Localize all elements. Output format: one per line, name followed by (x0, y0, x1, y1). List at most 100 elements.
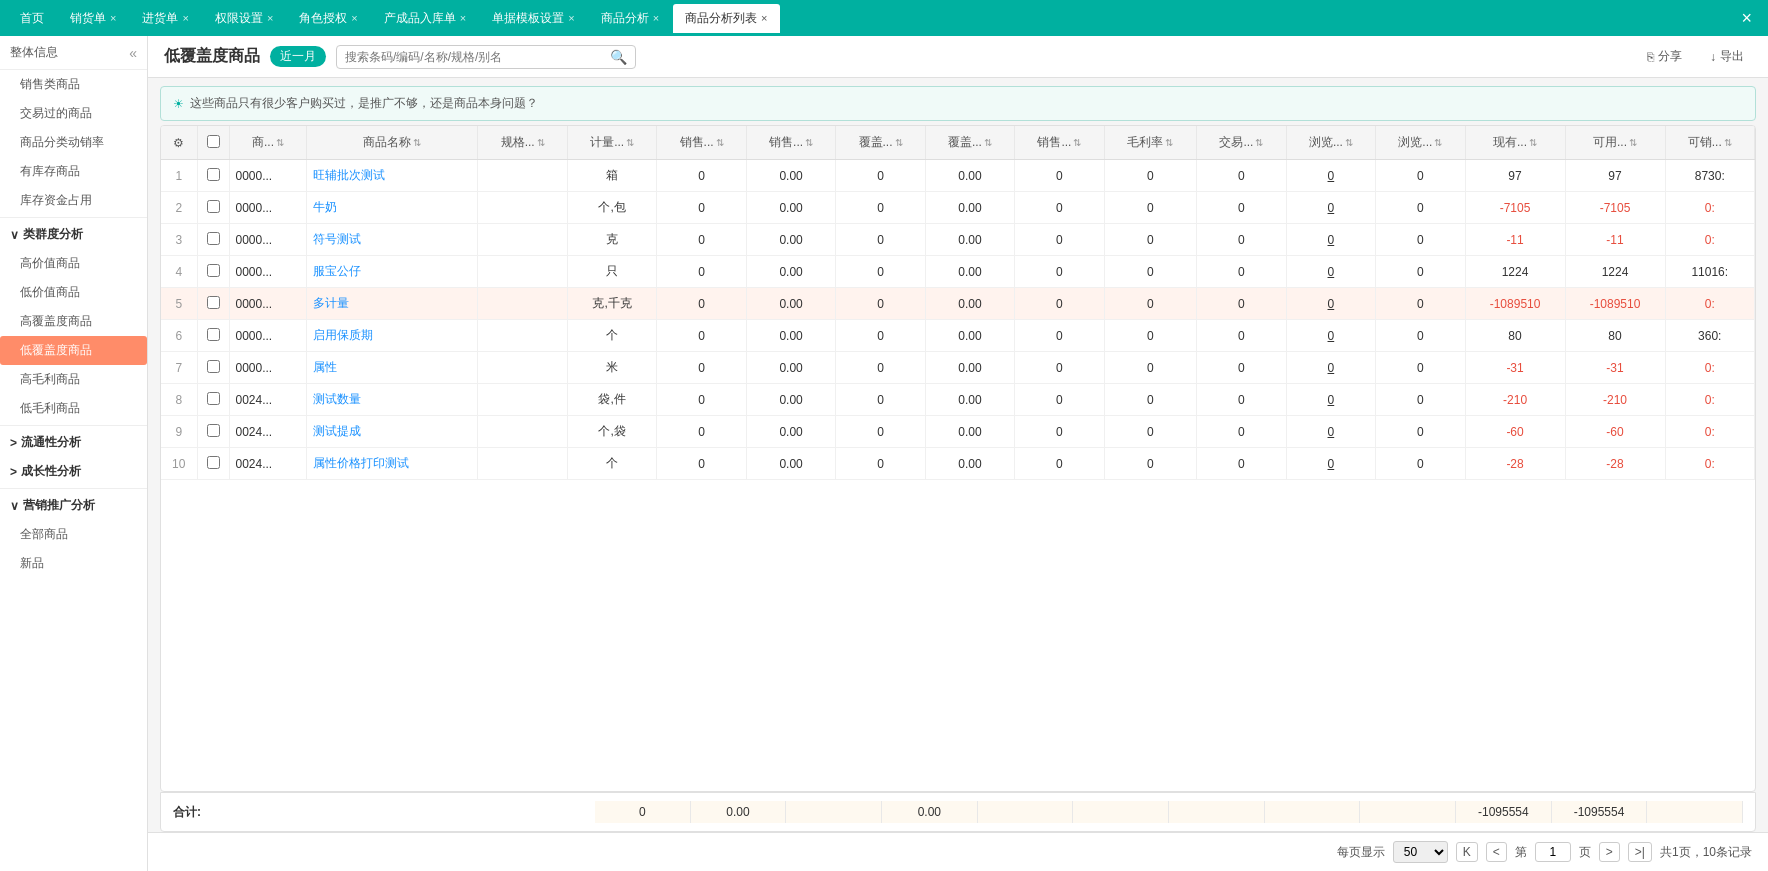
cell-checkbox[interactable] (197, 384, 229, 416)
cell-browse1[interactable]: 0 (1286, 224, 1375, 256)
cell-checkbox[interactable] (197, 320, 229, 352)
sidebar-item-sales-goods[interactable]: 销售类商品 (0, 70, 147, 99)
cell-browse1[interactable]: 0 (1286, 256, 1375, 288)
cell-name[interactable]: 测试提成 (307, 416, 478, 448)
sidebar-item-traded-goods[interactable]: 交易过的商品 (0, 99, 147, 128)
nav-close-sales[interactable]: × (110, 12, 116, 24)
nav-close-products[interactable]: × (460, 12, 466, 24)
cell-browse1[interactable]: 0 (1286, 384, 1375, 416)
sidebar-item-all-goods[interactable]: 全部商品 (0, 520, 147, 549)
cell-name[interactable]: 旺辅批次测试 (307, 160, 478, 192)
per-page-select[interactable]: 50 100 200 (1393, 841, 1448, 863)
nav-close-analysis[interactable]: × (653, 12, 659, 24)
next-page-button[interactable]: > (1599, 842, 1620, 862)
cell-checkbox[interactable] (197, 256, 229, 288)
th-name[interactable]: 商品名称⇅ (307, 126, 478, 160)
page-input[interactable] (1535, 842, 1571, 862)
nav-close-all[interactable]: × (1733, 4, 1760, 33)
cell-name[interactable]: 启用保质期 (307, 320, 478, 352)
th-spec[interactable]: 规格...⇅ (478, 126, 567, 160)
cell-name[interactable]: 测试数量 (307, 384, 478, 416)
th-browse1[interactable]: 浏览...⇅ (1286, 126, 1375, 160)
cell-name[interactable]: 属性 (307, 352, 478, 384)
cell-checkbox[interactable] (197, 192, 229, 224)
th-available[interactable]: 可用...⇅ (1565, 126, 1665, 160)
th-code[interactable]: 商...⇅ (229, 126, 307, 160)
th-settings[interactable]: ⚙ (161, 126, 197, 160)
cell-checkbox[interactable] (197, 288, 229, 320)
sidebar-item-high-margin[interactable]: 高毛利商品 (0, 365, 147, 394)
export-button[interactable]: ↓ 导出 (1702, 44, 1752, 69)
prev-page-button[interactable]: < (1486, 842, 1507, 862)
share-button[interactable]: ⎘ 分享 (1639, 44, 1690, 69)
cell-checkbox[interactable] (197, 160, 229, 192)
cell-name[interactable]: 服宝公仔 (307, 256, 478, 288)
search-input[interactable] (345, 50, 606, 64)
footer-browse2 (1360, 801, 1456, 823)
sidebar-item-low-coverage[interactable]: 低覆盖度商品 (0, 336, 147, 365)
cell-name[interactable]: 属性价格打印测试 (307, 448, 478, 480)
nav-close-roles[interactable]: × (351, 12, 357, 24)
th-sales-amount[interactable]: 销售...⇅ (746, 126, 835, 160)
th-unit[interactable]: 计量...⇅ (567, 126, 656, 160)
sidebar-section-group[interactable]: ∨ 类群度分析 (0, 220, 147, 249)
th-browse2[interactable]: 浏览...⇅ (1376, 126, 1465, 160)
last-page-button[interactable]: >| (1628, 842, 1652, 862)
nav-purchase[interactable]: 进货单 × (130, 4, 200, 33)
sidebar-section-marketing[interactable]: ∨ 营销推广分析 (0, 491, 147, 520)
cell-browse1[interactable]: 0 (1286, 320, 1375, 352)
search-icon[interactable]: 🔍 (610, 49, 627, 65)
sidebar-item-low-margin[interactable]: 低毛利商品 (0, 394, 147, 423)
nav-home[interactable]: 首页 (8, 4, 56, 33)
nav-products[interactable]: 产成品入库单 × (372, 4, 478, 33)
nav-close-permissions[interactable]: × (267, 12, 273, 24)
cell-checkbox[interactable] (197, 224, 229, 256)
nav-analysis-list[interactable]: 商品分析列表 × (673, 4, 779, 33)
sidebar-item-stock-capital[interactable]: 库存资金占用 (0, 186, 147, 215)
nav-close-analysis-list[interactable]: × (761, 12, 767, 24)
nav-permissions[interactable]: 权限设置 × (203, 4, 285, 33)
sidebar-header[interactable]: 整体信息 « (0, 36, 147, 70)
date-filter-badge[interactable]: 近一月 (270, 46, 326, 67)
cell-name[interactable]: 牛奶 (307, 192, 478, 224)
sidebar-item-high-coverage[interactable]: 高覆盖度商品 (0, 307, 147, 336)
cell-browse1[interactable]: 0 (1286, 160, 1375, 192)
cell-spec (478, 384, 567, 416)
sidebar-collapse-icon[interactable]: « (129, 45, 137, 61)
th-transaction[interactable]: 交易...⇅ (1197, 126, 1286, 160)
sidebar-section-flow[interactable]: > 流通性分析 (0, 428, 147, 457)
select-all-checkbox[interactable] (207, 135, 220, 148)
th-margin[interactable]: 毛利率⇅ (1104, 126, 1197, 160)
cell-browse1[interactable]: 0 (1286, 416, 1375, 448)
cell-checkbox[interactable] (197, 416, 229, 448)
nav-close-templates[interactable]: × (568, 12, 574, 24)
th-current[interactable]: 现有...⇅ (1465, 126, 1565, 160)
cell-browse1[interactable]: 0 (1286, 352, 1375, 384)
sidebar-section-growth[interactable]: > 成长性分析 (0, 457, 147, 486)
sidebar-item-stock-goods[interactable]: 有库存商品 (0, 157, 147, 186)
th-coverage1[interactable]: 覆盖...⇅ (836, 126, 925, 160)
cell-name[interactable]: 符号测试 (307, 224, 478, 256)
th-checkbox[interactable] (197, 126, 229, 160)
nav-sales[interactable]: 销货单 × (58, 4, 128, 33)
nav-roles[interactable]: 角色授权 × (287, 4, 369, 33)
footer-sales3 (978, 801, 1074, 823)
cell-name[interactable]: 多计量 (307, 288, 478, 320)
cell-checkbox[interactable] (197, 352, 229, 384)
cell-checkbox[interactable] (197, 448, 229, 480)
th-sales3[interactable]: 销售...⇅ (1015, 126, 1104, 160)
th-sales-count[interactable]: 销售...⇅ (657, 126, 746, 160)
first-page-button[interactable]: K (1456, 842, 1478, 862)
sidebar-item-category-rate[interactable]: 商品分类动销率 (0, 128, 147, 157)
cell-browse1[interactable]: 0 (1286, 192, 1375, 224)
th-sellable[interactable]: 可销...⇅ (1665, 126, 1755, 160)
cell-browse1[interactable]: 0 (1286, 288, 1375, 320)
nav-close-purchase[interactable]: × (182, 12, 188, 24)
sidebar-item-low-value[interactable]: 低价值商品 (0, 278, 147, 307)
sidebar-item-new-goods[interactable]: 新品 (0, 549, 147, 578)
th-coverage2[interactable]: 覆盖...⇅ (925, 126, 1014, 160)
nav-templates[interactable]: 单据模板设置 × (480, 4, 586, 33)
cell-browse1[interactable]: 0 (1286, 448, 1375, 480)
nav-analysis[interactable]: 商品分析 × (589, 4, 671, 33)
sidebar-item-high-value[interactable]: 高价值商品 (0, 249, 147, 278)
